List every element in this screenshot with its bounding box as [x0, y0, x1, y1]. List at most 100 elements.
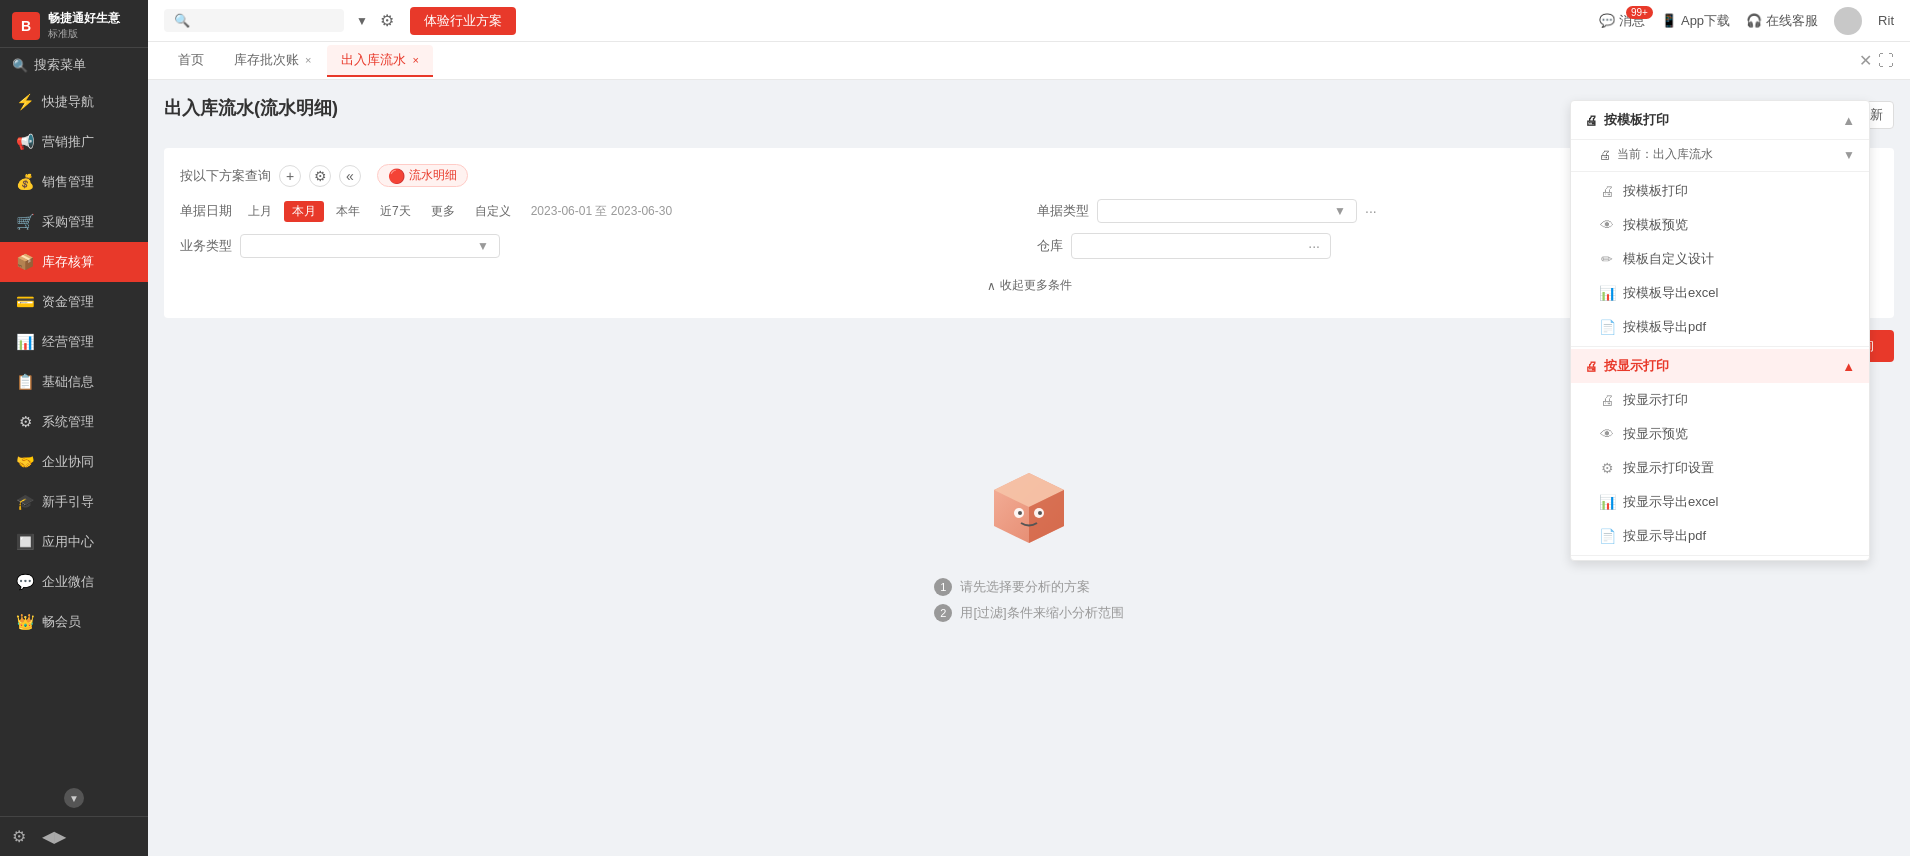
- filter-sub-tag: 🔴 流水明细: [377, 164, 468, 187]
- date-btn-more[interactable]: 更多: [423, 201, 463, 222]
- filter-settings-btn[interactable]: ⚙: [309, 165, 331, 187]
- window-close-icon[interactable]: ✕: [1859, 51, 1872, 70]
- print-dropdown-panel: 🖨 按模板打印 ▲ 🖨 当前：出入库流水 ▼ 🖨 按模板打印 👁 按模板预览 ✏…: [1570, 100, 1870, 561]
- sidebar-item-wechat[interactable]: 💬 企业微信: [0, 562, 148, 602]
- date-btn-7days[interactable]: 近7天: [372, 201, 419, 222]
- header-settings-icon[interactable]: ⚙: [380, 11, 394, 30]
- biz-type-field: 业务类型 ▼: [180, 234, 1021, 258]
- dropdown-footer-item[interactable]: ⚙ 设置默认功能 ▼: [1571, 558, 1869, 560]
- empty-step-2: 2 用[过滤]条件来缩小分析范围: [934, 600, 1123, 626]
- filter-add-btn[interactable]: +: [279, 165, 301, 187]
- finance-icon: 💳: [16, 293, 34, 311]
- date-range-text: 2023-06-01 至 2023-06-30: [531, 203, 672, 220]
- dropdown-scroll-area: 🖨 当前：出入库流水 ▼ 🖨 按模板打印 👁 按模板预览 ✏ 模板自定义设计 📊…: [1571, 140, 1869, 560]
- header-dropdown-arrow[interactable]: ▼: [356, 14, 368, 28]
- dropdown-item-display-preview[interactable]: 👁 按显示预览: [1571, 417, 1869, 451]
- display-print-icon: 🖨: [1599, 392, 1615, 408]
- display-group-collapse-icon: ▲: [1842, 359, 1855, 374]
- biz-type-select[interactable]: ▼: [240, 234, 500, 258]
- dropdown-item-display-excel[interactable]: 📊 按显示导出excel: [1571, 485, 1869, 519]
- bill-type-select[interactable]: ▼: [1097, 199, 1357, 223]
- dropdown-item-template-print[interactable]: 🖨 按模板打印: [1571, 174, 1869, 208]
- sidebar-item-inventory[interactable]: 📦 库存核算: [0, 242, 148, 282]
- bill-type-arrow: ▼: [1334, 204, 1346, 218]
- sidebar-item-sales[interactable]: 💰 销售管理: [0, 162, 148, 202]
- top-header: 🔍 ▼ ⚙ 体验行业方案 💬 消息 99+ 📱 App下载 🎧 在: [148, 0, 1910, 42]
- sidebar-scroll-down[interactable]: ▼: [64, 788, 84, 808]
- user-avatar[interactable]: [1834, 7, 1862, 35]
- svg-point-5: [1018, 511, 1022, 515]
- date-field: 单据日期 上月 本月 本年 近7天 更多 自定义 2023-06-01 至 20…: [180, 201, 1021, 222]
- tab-close-inventory-batch[interactable]: ×: [305, 54, 311, 66]
- window-expand-icon[interactable]: ⛶: [1878, 52, 1894, 70]
- messages-action[interactable]: 💬 消息 99+: [1599, 12, 1645, 30]
- display-preview-icon: 👁: [1599, 426, 1615, 442]
- marketing-icon: 📢: [16, 133, 34, 151]
- sidebar: B 畅捷通好生意 标准版 🔍 搜索菜单 ⚡ 快捷导航 📢 营销推广 💰 销售管理: [0, 0, 148, 856]
- headset-icon: 🎧: [1746, 13, 1762, 28]
- dropdown-item-display-print[interactable]: 🖨 按显示打印: [1571, 383, 1869, 417]
- sidebar-nav: ⚡ 快捷导航 📢 营销推广 💰 销售管理 🛒 采购管理 📦 库存核算 💳: [0, 82, 148, 780]
- date-btn-this-year[interactable]: 本年: [328, 201, 368, 222]
- operation-icon: 📊: [16, 333, 34, 351]
- sidebar-item-enterprise[interactable]: 🤝 企业协同: [0, 442, 148, 482]
- app-download-action[interactable]: 📱 App下载: [1661, 12, 1730, 30]
- header-search-input[interactable]: [196, 14, 296, 28]
- current-icon: 🖨: [1599, 148, 1611, 162]
- bill-type-more[interactable]: ···: [1365, 203, 1377, 219]
- dropdown-item-template-excel[interactable]: 📊 按模板导出excel: [1571, 276, 1869, 310]
- online-service-action[interactable]: 🎧 在线客服: [1746, 12, 1818, 30]
- app-center-icon: 🔲: [16, 533, 34, 551]
- tab-inout-flow[interactable]: 出入库流水 ×: [327, 45, 432, 77]
- sidebar-item-operation[interactable]: 📊 经营管理: [0, 322, 148, 362]
- page-title: 出入库流水(流水明细): [164, 96, 338, 120]
- sidebar-footer: ⚙ ◀▶: [0, 816, 148, 856]
- header-search-box[interactable]: 🔍: [164, 9, 344, 32]
- divider-2: [1571, 346, 1869, 347]
- warehouse-select[interactable]: ···: [1071, 233, 1331, 259]
- dropdown-header: 🖨 按模板打印 ▲: [1571, 101, 1869, 140]
- biz-type-arrow: ▼: [477, 239, 489, 253]
- tab-close-inout-flow[interactable]: ×: [412, 54, 418, 66]
- template-preview-icon: 👁: [1599, 217, 1615, 233]
- dropdown-item-template-pdf[interactable]: 📄 按模板导出pdf: [1571, 310, 1869, 344]
- dropdown-item-template-preview[interactable]: 👁 按模板预览: [1571, 208, 1869, 242]
- footer-settings-icon[interactable]: ⚙: [12, 827, 26, 846]
- sidebar-item-member[interactable]: 👑 畅会员: [0, 602, 148, 642]
- dropdown-item-template-design[interactable]: ✏ 模板自定义设计: [1571, 242, 1869, 276]
- filter-collapse-btn[interactable]: «: [339, 165, 361, 187]
- collapse-icon: ∧: [987, 279, 996, 293]
- sidebar-item-purchase[interactable]: 🛒 采购管理: [0, 202, 148, 242]
- sidebar-item-base[interactable]: 📋 基础信息: [0, 362, 148, 402]
- sidebar-item-app-center[interactable]: 🔲 应用中心: [0, 522, 148, 562]
- tab-inventory-batch[interactable]: 库存批次账 ×: [220, 45, 325, 77]
- messages-badge: 99+: [1626, 6, 1653, 19]
- trial-btn[interactable]: 体验行业方案: [410, 7, 516, 35]
- tab-home[interactable]: 首页: [164, 45, 218, 77]
- template-excel-icon: 📊: [1599, 285, 1615, 301]
- dropdown-item-display-pdf[interactable]: 📄 按显示导出pdf: [1571, 519, 1869, 553]
- dropdown-scroll-up-btn[interactable]: ▲: [1842, 113, 1855, 128]
- logo-text: 畅捷通好生意 标准版: [48, 10, 120, 41]
- app-download-icon: 📱: [1661, 13, 1677, 28]
- svg-point-6: [1038, 511, 1042, 515]
- search-icon: 🔍: [12, 58, 28, 73]
- sidebar-item-quick-nav[interactable]: ⚡ 快捷导航: [0, 82, 148, 122]
- display-pdf-icon: 📄: [1599, 528, 1615, 544]
- sidebar-item-finance[interactable]: 💳 资金管理: [0, 282, 148, 322]
- quick-nav-icon: ⚡: [16, 93, 34, 111]
- date-btn-this-month[interactable]: 本月: [284, 201, 324, 222]
- sidebar-item-guide[interactable]: 🎓 新手引导: [0, 482, 148, 522]
- dropdown-current-item[interactable]: 🖨 当前：出入库流水 ▼: [1571, 140, 1869, 169]
- sidebar-item-system[interactable]: ⚙ 系统管理: [0, 402, 148, 442]
- date-btn-custom[interactable]: 自定义: [467, 201, 519, 222]
- sidebar-search[interactable]: 🔍 搜索菜单: [0, 48, 148, 82]
- divider-3: [1571, 555, 1869, 556]
- sidebar-item-marketing[interactable]: 📢 营销推广: [0, 122, 148, 162]
- date-btn-last-month[interactable]: 上月: [240, 201, 280, 222]
- guide-icon: 🎓: [16, 493, 34, 511]
- footer-collapse-icon[interactable]: ◀▶: [42, 827, 66, 846]
- dropdown-item-display-settings[interactable]: ⚙ 按显示打印设置: [1571, 451, 1869, 485]
- warehouse-more[interactable]: ···: [1308, 238, 1320, 254]
- display-group-header[interactable]: 🖨 按显示打印 ▲: [1571, 349, 1869, 383]
